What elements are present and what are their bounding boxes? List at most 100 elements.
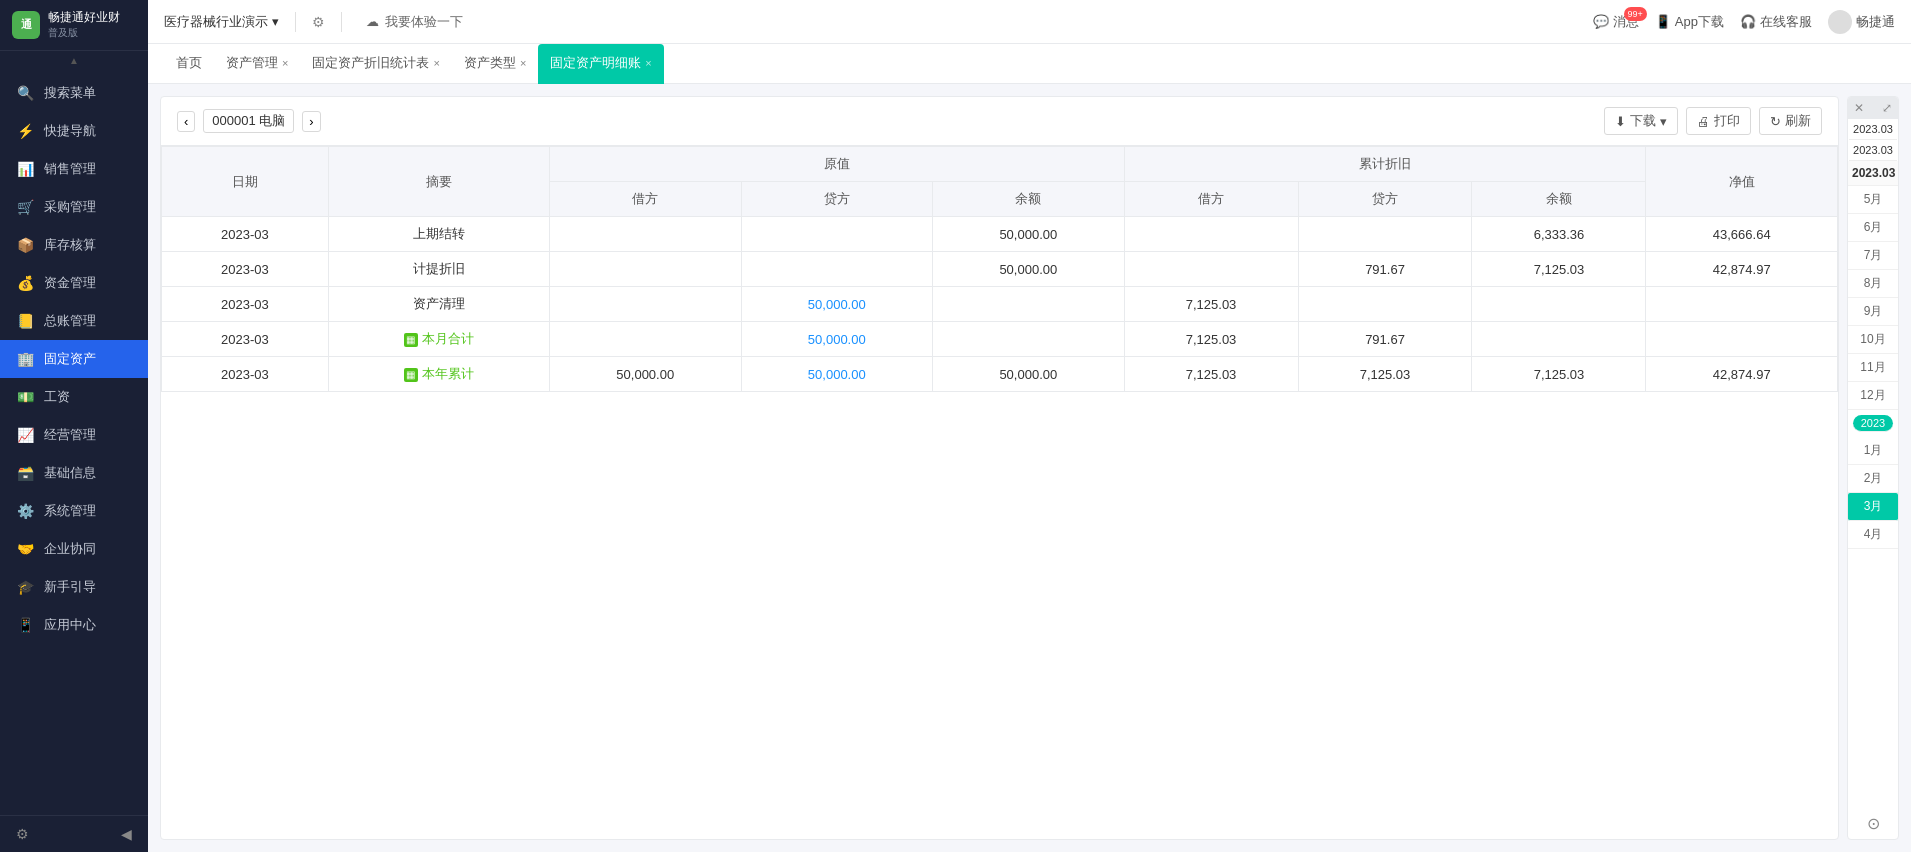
th-dep-credit: 贷方: [1298, 182, 1472, 217]
app-download-btn[interactable]: 📱 App下载: [1655, 13, 1724, 31]
sidebar-label-system: 系统管理: [44, 502, 96, 520]
sidebar-label-funds: 资金管理: [44, 274, 96, 292]
sidebar-item-sales[interactable]: 📊销售管理: [0, 150, 148, 188]
sidebar-item-appstore[interactable]: 📱应用中心: [0, 606, 148, 644]
app-logo: 通: [12, 11, 40, 39]
cloud-icon: ☁: [366, 14, 379, 29]
next-asset-btn[interactable]: ›: [302, 111, 320, 132]
month-item[interactable]: 6月: [1848, 214, 1898, 242]
panel-close-btn[interactable]: ✕: [1854, 101, 1864, 115]
month-item[interactable]: 8月: [1848, 270, 1898, 298]
cell-dep-debit: [1124, 252, 1298, 287]
sidebar-item-quicknav[interactable]: ⚡快捷导航: [0, 112, 148, 150]
sidebar-label-guide: 新手引导: [44, 578, 96, 596]
year-badge[interactable]: 2023: [1853, 415, 1893, 432]
sidebar-label-salary: 工资: [44, 388, 70, 406]
app-title-wrap: 畅捷通好业财 普及版: [48, 10, 120, 40]
prev-asset-btn[interactable]: ‹: [177, 111, 195, 132]
app-download-label: App下载: [1675, 13, 1724, 31]
sidebar-item-operations[interactable]: 📈经营管理: [0, 416, 148, 454]
settings-gear-icon[interactable]: ⚙: [312, 14, 325, 30]
month-item[interactable]: 5月: [1848, 186, 1898, 214]
tab-asset_mgmt[interactable]: 资产管理 ×: [214, 44, 300, 84]
sidebar-scroll-up[interactable]: ▲: [0, 51, 148, 70]
sidebar-item-fixed_assets[interactable]: 🏢固定资产: [0, 340, 148, 378]
sidebar-item-salary[interactable]: 💵工资: [0, 378, 148, 416]
collapse-icon[interactable]: ◀: [121, 826, 132, 842]
month-item[interactable]: 10月: [1848, 326, 1898, 354]
tab-close-asset_ledger[interactable]: ×: [645, 57, 651, 69]
tab-asset_ledger[interactable]: 固定资产明细账×: [538, 44, 663, 84]
cell-dep-credit: [1298, 217, 1472, 252]
panel-date2: 2023.03: [1849, 140, 1897, 161]
th-original-value: 原值: [549, 147, 1124, 182]
user-name: 畅捷通: [1856, 13, 1895, 31]
cell-summary: ▦本月合计: [328, 322, 549, 357]
experience-label: 我要体验一下: [385, 13, 463, 31]
customer-service-label: 在线客服: [1760, 13, 1812, 31]
funds-icon: 💰: [16, 275, 34, 291]
sidebar-item-funds[interactable]: 💰 资金管理: [0, 264, 148, 302]
sidebar-item-guide[interactable]: 🎓新手引导: [0, 568, 148, 606]
panel-expand-btn[interactable]: ⤢: [1882, 101, 1892, 115]
circle-down-icon[interactable]: ⊙: [1867, 815, 1880, 832]
company-selector[interactable]: 医疗器械行业演示 ▾: [164, 13, 279, 31]
sidebar-item-search[interactable]: 🔍搜索菜单: [0, 74, 148, 112]
tab-label-asset_mgmt: 资产管理: [226, 54, 278, 72]
tab-asset_type[interactable]: 资产类型×: [452, 44, 538, 84]
settings-icon[interactable]: ⚙: [16, 826, 29, 842]
month-item[interactable]: 9月: [1848, 298, 1898, 326]
month-item[interactable]: 4月: [1848, 521, 1898, 549]
tab-home[interactable]: 首页: [164, 44, 214, 84]
month-list: 2023.035月6月7月8月9月10月11月12月20231月2月3月4月: [1848, 161, 1898, 808]
month-item[interactable]: 1月: [1848, 437, 1898, 465]
row-icon: ▦: [404, 368, 418, 382]
month-item[interactable]: 12月: [1848, 382, 1898, 410]
toolbar-left: ‹ 000001 电脑 ›: [177, 109, 321, 133]
month-item[interactable]: 11月: [1848, 354, 1898, 382]
experience-btn[interactable]: ☁ 我要体验一下: [366, 13, 463, 31]
cell-net-value: 42,874.97: [1646, 252, 1838, 287]
th-orig-credit: 贷方: [741, 182, 933, 217]
messages-btn[interactable]: 💬 消息 99+: [1593, 13, 1639, 31]
cell-summary: 资产清理: [328, 287, 549, 322]
user-menu[interactable]: 畅捷通: [1828, 10, 1895, 34]
cell-dep-debit: 7,125.03: [1124, 322, 1298, 357]
sidebar-item-enterprise[interactable]: 🤝企业协同: [0, 530, 148, 568]
month-item[interactable]: 2月: [1848, 465, 1898, 493]
sidebar-item-ledger[interactable]: 📒总账管理: [0, 302, 148, 340]
print-btn[interactable]: 🖨 打印: [1686, 107, 1751, 135]
month-item[interactable]: 7月: [1848, 242, 1898, 270]
asset-table: 日期 摘要 原值 累计折旧 净值 借方 贷方 余额 借方 贷方 余额: [161, 146, 1838, 392]
tab-close-asset_type[interactable]: ×: [520, 57, 526, 69]
sidebar-label-search: 搜索菜单: [44, 84, 96, 102]
download-btn[interactable]: ⬇ 下载 ▾: [1604, 107, 1678, 135]
month-item[interactable]: 3月: [1848, 493, 1898, 521]
cell-date: 2023-03: [162, 252, 329, 287]
tab-close-asset_mgmt[interactable]: ×: [282, 57, 288, 69]
purchase-icon: 🛒: [16, 199, 34, 215]
tab-depreciation_stats[interactable]: 固定资产折旧统计表×: [300, 44, 451, 84]
sidebar-header: 通 畅捷通好业财 普及版: [0, 0, 148, 51]
sidebar-label-sales: 销售管理: [44, 160, 96, 178]
tab-close-depreciation_stats[interactable]: ×: [433, 57, 439, 69]
sidebar-label-fixed_assets: 固定资产: [44, 350, 96, 368]
cell-orig-credit: [741, 252, 933, 287]
sidebar-item-base_info[interactable]: 🗃️基础信息: [0, 454, 148, 492]
sidebar-label-ledger: 总账管理: [44, 312, 96, 330]
cell-orig-balance: [933, 287, 1125, 322]
cell-net-value: [1646, 287, 1838, 322]
cell-orig-credit: 50,000.00: [741, 287, 933, 322]
customer-service-btn[interactable]: 🎧 在线客服: [1740, 13, 1812, 31]
refresh-btn[interactable]: ↻ 刷新: [1759, 107, 1822, 135]
print-label: 打印: [1714, 112, 1740, 130]
sidebar-item-purchase[interactable]: 🛒采购管理: [0, 188, 148, 226]
sidebar-item-system[interactable]: ⚙️系统管理: [0, 492, 148, 530]
cell-date: 2023-03: [162, 357, 329, 392]
sidebar-item-inventory[interactable]: 📦库存核算: [0, 226, 148, 264]
table-toolbar: ‹ 000001 电脑 › ⬇ 下载 ▾ 🖨 打印 ↻: [161, 97, 1838, 146]
cell-orig-balance: 50,000.00: [933, 252, 1125, 287]
cell-dep-balance: 6,333.36: [1472, 217, 1646, 252]
sidebar-nav: 🔍搜索菜单⚡快捷导航📊销售管理🛒采购管理📦库存核算 💰 资金管理 📒总账管理🏢固定资产…: [0, 70, 148, 815]
panel-date1: 2023.03: [1849, 119, 1897, 140]
